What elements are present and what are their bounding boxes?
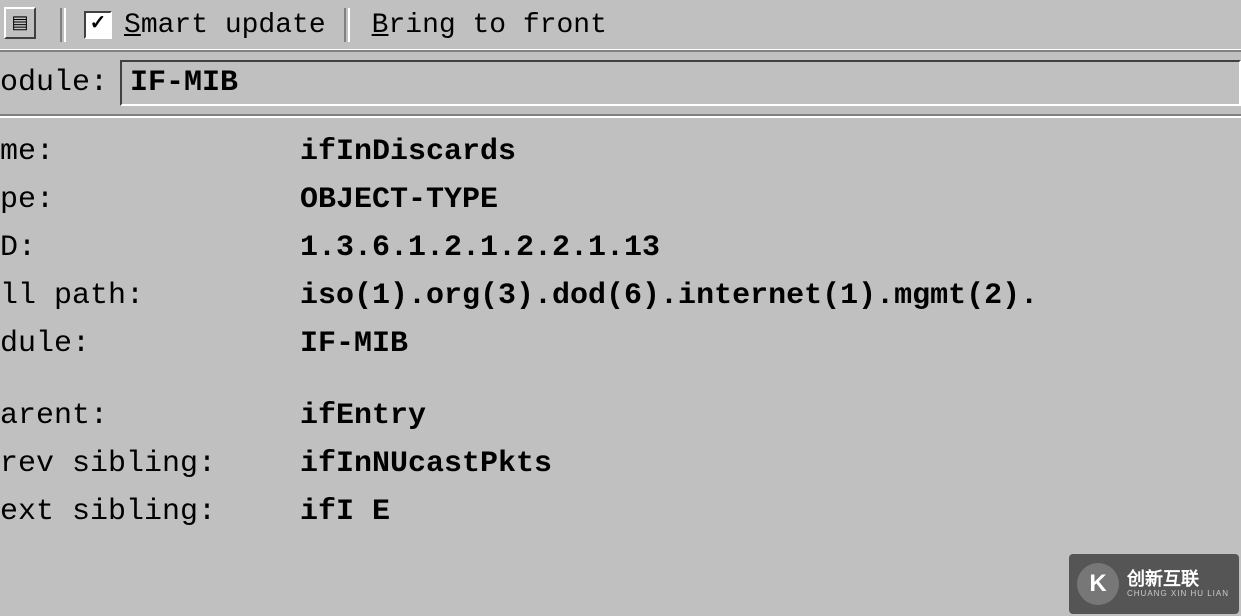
- module-input[interactable]: [120, 60, 1241, 106]
- type-label: pe:: [0, 176, 300, 224]
- toolbar-separator: [60, 8, 66, 42]
- prev-sibling-value: ifInNUcastPkts: [300, 440, 1241, 488]
- name-row: me: ifInDiscards: [0, 128, 1241, 176]
- oid-label: D:: [0, 224, 300, 272]
- prev-sibling-row: rev sibling: ifInNUcastPkts: [0, 440, 1241, 488]
- checkbox-icon: ✓: [84, 11, 112, 39]
- fullpath-row: ll path: iso(1).org(3).dod(6).internet(1…: [0, 272, 1241, 320]
- detail-module-label: dule:: [0, 320, 300, 368]
- toolbar: ▤ ✓ Smart update Bring to front: [0, 0, 1241, 52]
- fullpath-value: iso(1).org(3).dod(6).internet(1).mgmt(2)…: [300, 272, 1241, 320]
- parent-value: ifEntry: [300, 392, 1241, 440]
- name-label: me:: [0, 128, 300, 176]
- parent-label: arent:: [0, 392, 300, 440]
- watermark: K 创新互联 CHUANG XIN HU LIAN: [1069, 554, 1239, 614]
- parent-row: arent: ifEntry: [0, 392, 1241, 440]
- prev-sibling-label: rev sibling:: [0, 440, 300, 488]
- smart-update-label: Smart update: [124, 10, 326, 41]
- next-sibling-label: ext sibling:: [0, 488, 300, 536]
- gap: [0, 368, 1241, 392]
- type-row: pe: OBJECT-TYPE: [0, 176, 1241, 224]
- tool-icon[interactable]: ▤: [4, 7, 36, 39]
- next-sibling-row: ext sibling: ifI E: [0, 488, 1241, 536]
- smart-update-checkbox[interactable]: ✓ Smart update: [84, 10, 326, 41]
- mib-browser-window: ▤ ✓ Smart update Bring to front odule: m…: [0, 0, 1241, 616]
- name-value: ifInDiscards: [300, 128, 1241, 176]
- watermark-main: 创新互联: [1127, 570, 1229, 590]
- watermark-sub: CHUANG XIN HU LIAN: [1127, 590, 1229, 599]
- oid-value: 1.3.6.1.2.1.2.2.1.13: [300, 224, 1241, 272]
- module-row: odule:: [0, 52, 1241, 116]
- detail-module-row: dule: IF-MIB: [0, 320, 1241, 368]
- oid-row: D: 1.3.6.1.2.1.2.2.1.13: [0, 224, 1241, 272]
- watermark-badge-icon: K: [1077, 563, 1119, 605]
- detail-panel: me: ifInDiscards pe: OBJECT-TYPE D: 1.3.…: [0, 116, 1241, 616]
- fullpath-label: ll path:: [0, 272, 300, 320]
- detail-module-value: IF-MIB: [300, 320, 1241, 368]
- module-label: odule:: [0, 66, 108, 100]
- type-value: OBJECT-TYPE: [300, 176, 1241, 224]
- toolbar-separator: [344, 8, 350, 42]
- bring-to-front-button[interactable]: Bring to front: [368, 10, 611, 41]
- watermark-text: 创新互联 CHUANG XIN HU LIAN: [1127, 570, 1229, 599]
- next-sibling-value: ifI E: [300, 488, 1241, 536]
